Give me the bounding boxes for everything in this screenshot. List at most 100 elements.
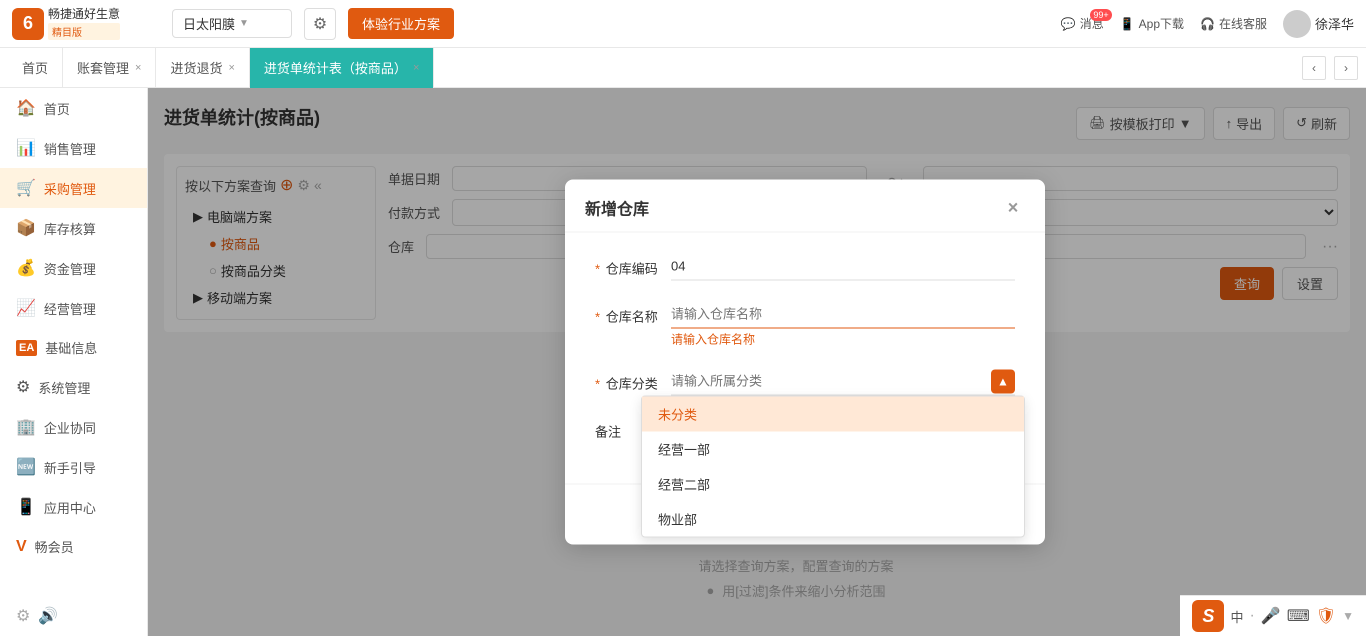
sidebar-item-purchase[interactable]: 🛒 采购管理 (0, 168, 147, 208)
sidebar-item-member-label: 畅会员 (35, 537, 74, 556)
tab-bar: 首页 账套管理 × 进货退货 × 进货单统计表（按商品） × ‹ › (0, 48, 1366, 88)
app-icon: 📱 (16, 497, 36, 517)
sidebar-item-home-label: 首页 (44, 99, 70, 118)
sidebar-item-system-label: 系统管理 (38, 378, 90, 397)
dropdown-item-3[interactable]: 物业部 (642, 502, 1024, 537)
dropdown-item-0[interactable]: 未分类 (642, 397, 1024, 432)
code-label: * 仓库编码 (595, 253, 659, 278)
settings-icon-btn[interactable]: ⚙ (304, 8, 336, 40)
sidebar-item-app[interactable]: 📱 应用中心 (0, 487, 147, 527)
new-warehouse-modal: 新增仓库 × * 仓库编码 * (565, 180, 1045, 545)
modal-body: * 仓库编码 * 仓库名称 请输入仓库名称 (565, 233, 1045, 484)
audio-icon[interactable]: 🔊 (38, 606, 58, 626)
user-area[interactable]: 徐泽华 (1283, 10, 1354, 38)
sidebar-item-operation-label: 经营管理 (44, 299, 96, 318)
dropdown-arrow-icon[interactable]: ▼ (1342, 609, 1354, 623)
member-icon: V (16, 538, 27, 556)
logo-text: 畅捷通好生意 (48, 7, 120, 23)
modal-close-btn[interactable]: × (1001, 196, 1025, 220)
logo-badge: 精目版 (48, 23, 120, 40)
tab-accounts-label: 账套管理 (77, 58, 129, 77)
sidebar-item-basic[interactable]: EA 基础信息 (0, 328, 147, 367)
user-name: 徐泽华 (1315, 14, 1354, 33)
dropdown-item-2[interactable]: 经营二部 (642, 467, 1024, 502)
app-download-item[interactable]: 📱 App下载 (1120, 15, 1184, 32)
main-layout: 🏠 首页 📊 销售管理 🛒 采购管理 📦 库存核算 💰 资金管理 📈 经营管理 … (0, 88, 1366, 636)
code-control (671, 253, 1015, 281)
code-input[interactable] (671, 253, 1015, 281)
operation-icon: 📈 (16, 298, 36, 318)
message-icon: 💬 (1061, 17, 1076, 31)
message-item[interactable]: 💬 消息 99+ (1061, 15, 1104, 32)
dot-icon: · (1249, 607, 1254, 625)
system-icon: ⚙ (16, 377, 30, 397)
tab-accounts-close[interactable]: × (135, 62, 141, 74)
sidebar-item-sales[interactable]: 📊 销售管理 (0, 128, 147, 168)
sidebar-item-basic-label: 基础信息 (45, 338, 97, 357)
name-error: 请输入仓库名称 (671, 331, 1015, 348)
tab-purchase-return-label: 进货退货 (170, 58, 222, 77)
field-row-code: * 仓库编码 (595, 253, 1015, 281)
tab-home-label: 首页 (22, 58, 48, 77)
keyboard-icon[interactable]: ⌨ (1287, 606, 1310, 626)
lang-switch[interactable]: 中 (1230, 607, 1243, 626)
headphone-icon: 🎧 (1200, 17, 1215, 31)
sidebar-item-guide-label: 新手引导 (44, 458, 96, 477)
tab-prev-btn[interactable]: ‹ (1302, 56, 1326, 80)
online-service-label: 在线客服 (1219, 15, 1267, 32)
sidebar: 🏠 首页 📊 销售管理 🛒 采购管理 📦 库存核算 💰 资金管理 📈 经营管理 … (0, 88, 148, 636)
logo-area: 6 畅捷通好生意 精目版 (12, 7, 160, 40)
app-download-icon: 📱 (1120, 17, 1135, 31)
field-row-name: * 仓库名称 请输入仓库名称 (595, 301, 1015, 348)
sidebar-item-purchase-label: 采购管理 (44, 179, 96, 198)
tab-next-btn[interactable]: › (1334, 56, 1358, 80)
tab-purchase-stats[interactable]: 进货单统计表（按商品） × (250, 48, 434, 88)
tab-home[interactable]: 首页 (8, 48, 63, 88)
sidebar-item-member[interactable]: V 畅会员 (0, 527, 147, 566)
sidebar-item-home[interactable]: 🏠 首页 (0, 88, 147, 128)
shield-icon[interactable]: 🛡 (1316, 606, 1336, 626)
tab-purchase-stats-close[interactable]: × (413, 62, 419, 74)
guide-icon: 🆕 (16, 457, 36, 477)
trial-button[interactable]: 体验行业方案 (348, 8, 454, 39)
header-right: 💬 消息 99+ 📱 App下载 🎧 在线客服 徐泽华 (1061, 10, 1354, 38)
tab-accounts[interactable]: 账套管理 × (63, 48, 156, 88)
tab-purchase-return-close[interactable]: × (228, 62, 234, 74)
sidebar-bottom: ⚙ 🔊 (0, 596, 147, 636)
category-dropdown-list: 未分类 经营一部 经营二部 物业部 (641, 396, 1025, 538)
online-service-item[interactable]: 🎧 在线客服 (1200, 15, 1267, 32)
store-name: 日太阳膜 (183, 14, 235, 33)
finance-icon: 💰 (16, 258, 36, 278)
sidebar-item-system[interactable]: ⚙ 系统管理 (0, 367, 147, 407)
sidebar-item-inventory[interactable]: 📦 库存核算 (0, 208, 147, 248)
purchase-icon: 🛒 (16, 178, 36, 198)
sidebar-item-finance-label: 资金管理 (44, 259, 96, 278)
content-area: 进货单统计(按商品) 🖨 按模板打印 ▼ ↑ 导出 ↺ 刷新 (148, 88, 1366, 636)
tab-purchase-stats-label: 进货单统计表（按商品） (264, 58, 407, 77)
category-control: ▲ 未分类 经营一部 经营二部 物业部 (671, 368, 1015, 396)
modal-header: 新增仓库 × (565, 180, 1045, 233)
sidebar-item-enterprise-label: 企业协同 (44, 418, 96, 437)
sidebar-item-guide[interactable]: 🆕 新手引导 (0, 447, 147, 487)
logo-icon: 6 (12, 8, 44, 40)
sidebar-item-operation[interactable]: 📈 经营管理 (0, 288, 147, 328)
sidebar-item-finance[interactable]: 💰 资金管理 (0, 248, 147, 288)
store-dropdown-arrow: ▼ (239, 18, 249, 29)
mic-icon[interactable]: 🎤 (1261, 606, 1281, 626)
name-label: * 仓库名称 (595, 301, 659, 326)
sidebar-item-inventory-label: 库存核算 (44, 219, 96, 238)
name-input[interactable] (671, 301, 1015, 329)
s-logo: S (1192, 600, 1224, 632)
sidebar-item-enterprise[interactable]: 🏢 企业协同 (0, 407, 147, 447)
category-input[interactable] (671, 368, 1015, 396)
top-header: 6 畅捷通好生意 精目版 日太阳膜 ▼ ⚙ 体验行业方案 💬 消息 99+ 📱 … (0, 0, 1366, 48)
modal-title: 新增仓库 (585, 196, 649, 220)
dropdown-item-1[interactable]: 经营一部 (642, 432, 1024, 467)
home-icon: 🏠 (16, 98, 36, 118)
store-selector[interactable]: 日太阳膜 ▼ (172, 9, 292, 38)
name-control: 请输入仓库名称 (671, 301, 1015, 348)
message-badge: 99+ (1090, 9, 1111, 21)
tab-purchase-return[interactable]: 进货退货 × (156, 48, 249, 88)
category-dropdown-arrow[interactable]: ▲ (991, 370, 1015, 394)
settings-bottom-icon[interactable]: ⚙ (16, 606, 30, 626)
